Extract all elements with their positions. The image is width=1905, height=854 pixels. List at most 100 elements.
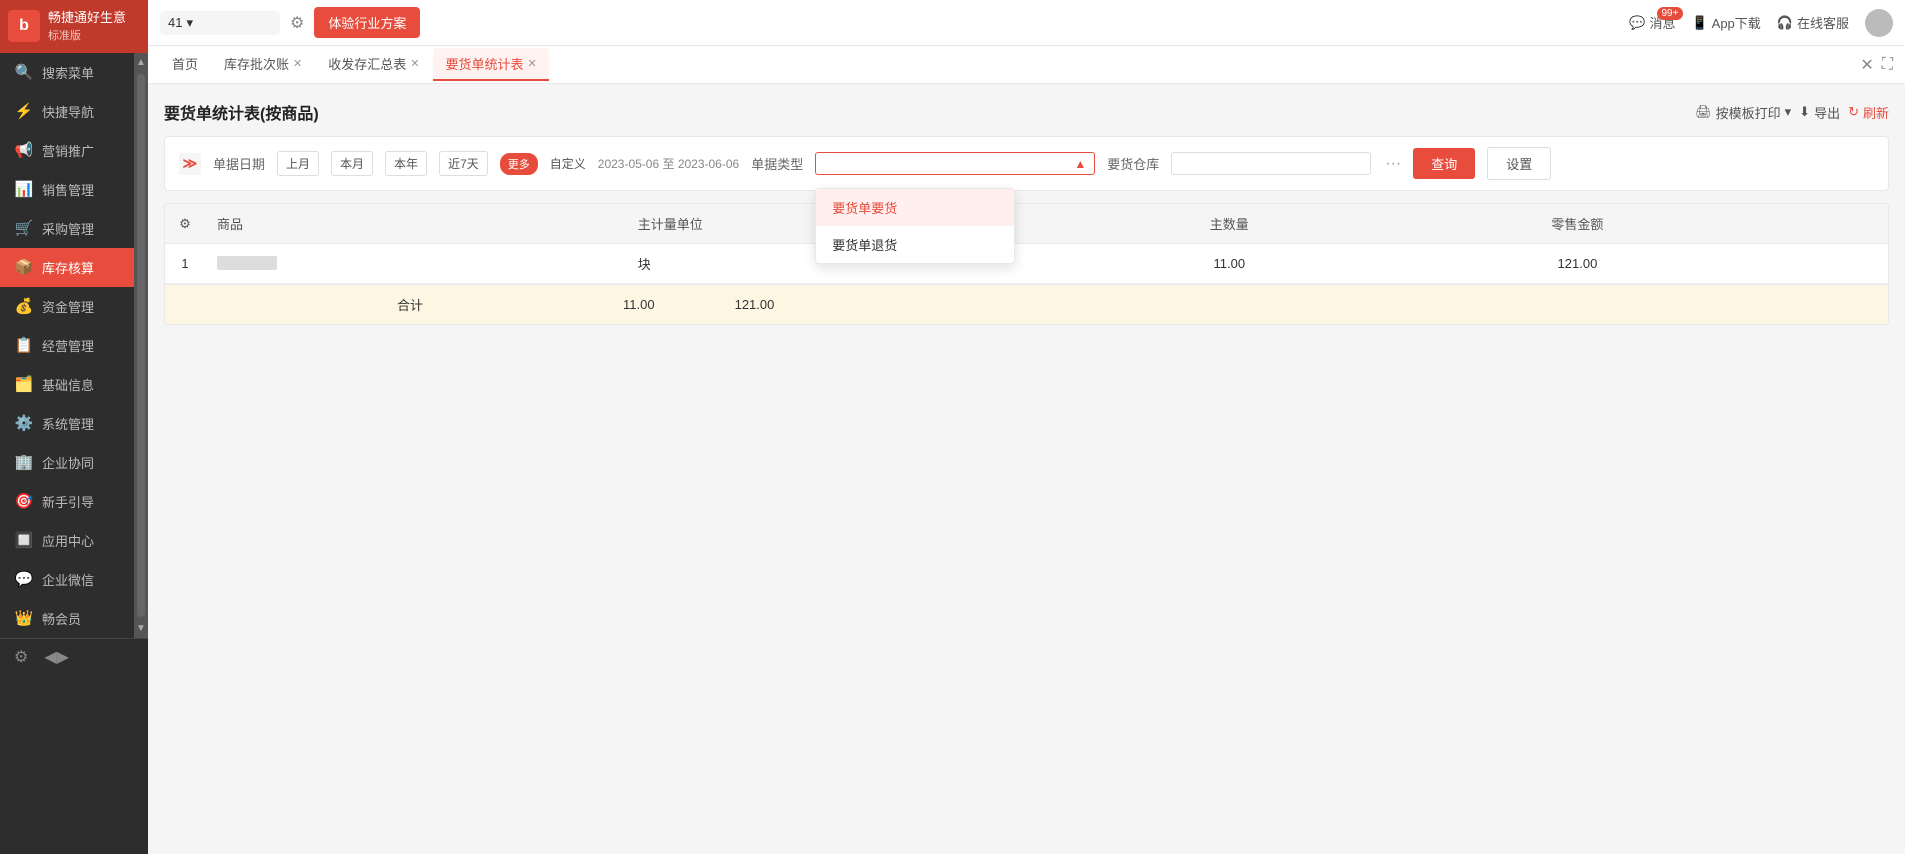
dropdown-item-return[interactable]: 要货单退货 xyxy=(816,226,1014,263)
table-body: 1 块 11.00 121.00 xyxy=(165,244,1888,284)
system-icon: ⚙️ xyxy=(14,414,34,432)
date-btn-more[interactable]: 更多 xyxy=(500,153,538,175)
store-dropdown-icon: ▾ xyxy=(186,15,193,31)
sidebar-item-purchase[interactable]: 🛒 采购管理 xyxy=(0,209,134,248)
sidebar-scroll-down[interactable]: ▼ xyxy=(136,619,146,638)
export-label: 导出 xyxy=(1814,103,1840,122)
sidebar-item-system[interactable]: ⚙️ 系统管理 xyxy=(0,404,134,443)
sidebar: b 畅捷通好生意 标准版 🔍 搜索菜单 ⚡ 快捷导航 📢 营销推广 📊 销售管理… xyxy=(0,0,148,854)
data-table-wrap: ⚙ 商品 主计量单位 主数量 零售金额 1 xyxy=(164,203,1889,325)
table-row: 1 块 11.00 121.00 xyxy=(165,244,1888,284)
message-button[interactable]: 💬 消息 99+ xyxy=(1629,13,1675,32)
wechat-icon: 💬 xyxy=(14,570,34,588)
service-label: 在线客服 xyxy=(1797,13,1849,32)
page-header: 要货单统计表(按商品) 🖨 按模板打印 ▾ ⬇ 导出 ↻ 刷新 xyxy=(164,100,1889,124)
service-button[interactable]: 🎧 在线客服 xyxy=(1777,13,1849,32)
print-button[interactable]: 🖨 按模板打印 ▾ xyxy=(1695,103,1791,122)
sidebar-scrollbar[interactable]: ▲ ▼ xyxy=(134,53,148,638)
filter-expand-button[interactable]: ≫ xyxy=(179,153,201,175)
trial-button[interactable]: 体验行业方案 xyxy=(314,7,420,38)
date-btn-7days[interactable]: 近7天 xyxy=(439,151,488,176)
refresh-label: 刷新 xyxy=(1863,103,1889,122)
print-dropdown-icon: ▾ xyxy=(1785,104,1792,120)
service-icon: 🎧 xyxy=(1777,15,1793,31)
tab-requisition-stats[interactable]: 要货单统计表 ✕ xyxy=(433,48,548,81)
tab-requisition-stats-close[interactable]: ✕ xyxy=(528,57,537,70)
tab-receivable-summary[interactable]: 收发存汇总表 ✕ xyxy=(316,48,431,81)
sidebar-item-label-guide: 新手引导 xyxy=(42,492,94,511)
sidebar-item-inventory[interactable]: 📦 库存核算 xyxy=(0,248,134,287)
filter-bar: ≫ 单据日期 上月 本月 本年 近7天 更多 自定义 2023-05-06 至 … xyxy=(164,136,1889,191)
column-settings-icon[interactable]: ⚙ xyxy=(179,216,191,231)
quick-nav-icon: ⚡ xyxy=(14,102,34,120)
sidebar-item-label-search: 搜索菜单 xyxy=(42,63,94,82)
date-btn-this-month[interactable]: 本月 xyxy=(331,151,373,176)
th-settings: ⚙ xyxy=(165,204,205,244)
td-amount: 121.00 xyxy=(1387,244,1768,284)
tab-inventory-batch-label: 库存批次账 xyxy=(224,54,289,73)
sidebar-item-operation[interactable]: 📋 经营管理 xyxy=(0,326,134,365)
tab-inventory-batch[interactable]: 库存批次账 ✕ xyxy=(212,48,314,81)
table-footer: 合计 11.00 121.00 xyxy=(165,284,1888,324)
td-extra xyxy=(1768,244,1888,284)
data-table: ⚙ 商品 主计量单位 主数量 零售金额 1 xyxy=(165,204,1888,284)
print-icon: 🖨 xyxy=(1695,104,1712,120)
date-btn-this-year[interactable]: 本年 xyxy=(385,151,427,176)
sidebar-item-label-marketing: 营销推广 xyxy=(42,141,94,160)
warehouse-input[interactable] xyxy=(1171,152,1371,175)
sidebar-item-label-purchase: 采购管理 xyxy=(42,219,94,238)
tab-close-all[interactable]: ✕ xyxy=(1860,55,1873,75)
type-select-input[interactable] xyxy=(824,156,1068,171)
sidebar-item-label-member: 畅会员 xyxy=(42,609,81,628)
date-custom-btn[interactable]: 自定义 xyxy=(550,155,586,172)
table-header-row: ⚙ 商品 主计量单位 主数量 零售金额 xyxy=(165,204,1888,244)
query-button[interactable]: 查询 xyxy=(1413,148,1475,179)
sidebar-item-basic[interactable]: 🗂️ 基础信息 xyxy=(0,365,134,404)
sidebar-scroll-up[interactable]: ▲ xyxy=(136,53,146,72)
export-button[interactable]: ⬇ 导出 xyxy=(1799,103,1840,122)
refresh-button[interactable]: ↻ 刷新 xyxy=(1848,103,1889,122)
topbar-right: 💬 消息 99+ 📱 App下载 🎧 在线客服 xyxy=(1629,9,1893,37)
store-selector[interactable]: 41 ▾ xyxy=(160,11,280,35)
tab-requisition-stats-label: 要货单统计表 xyxy=(445,54,523,73)
tabbar-right: ✕ ⛶ xyxy=(1860,55,1893,75)
date-label: 单据日期 xyxy=(213,154,265,173)
th-qty: 主数量 xyxy=(1071,204,1387,244)
sidebar-title: 畅捷通好生意 xyxy=(48,10,126,27)
export-icon: ⬇ xyxy=(1799,104,1810,120)
filter-more-dots[interactable]: ··· xyxy=(1385,155,1401,173)
purchase-icon: 🛒 xyxy=(14,219,34,237)
dropdown-item-requisition[interactable]: 要货单要货 xyxy=(816,189,1014,226)
sidebar-bottom: ⚙ ◀▶ xyxy=(0,638,148,675)
type-select-arrow[interactable]: ▲ xyxy=(1074,157,1086,171)
sidebar-logo: b xyxy=(8,10,40,42)
sidebar-item-enterprise[interactable]: 🏢 企业协同 xyxy=(0,443,134,482)
type-select-wrap[interactable]: ▲ xyxy=(815,152,1095,175)
sidebar-item-label-enterprise: 企业协同 xyxy=(42,453,94,472)
sidebar-item-search[interactable]: 🔍 搜索菜单 xyxy=(0,53,134,92)
th-amount: 零售金额 xyxy=(1387,204,1768,244)
basic-icon: 🗂️ xyxy=(14,375,34,393)
enterprise-icon: 🏢 xyxy=(14,453,34,471)
sidebar-item-finance[interactable]: 💰 资金管理 xyxy=(0,287,134,326)
refresh-icon: ↻ xyxy=(1848,104,1859,120)
tab-receivable-summary-close[interactable]: ✕ xyxy=(410,57,419,70)
app-download-button[interactable]: 📱 App下载 xyxy=(1691,13,1760,32)
sidebar-item-wechat[interactable]: 💬 企业微信 xyxy=(0,560,134,599)
td-no: 1 xyxy=(165,244,205,284)
tab-expand[interactable]: ⛶ xyxy=(1882,56,1893,74)
sidebar-item-sales[interactable]: 📊 销售管理 xyxy=(0,170,134,209)
date-btn-last-month[interactable]: 上月 xyxy=(277,151,319,176)
tab-home[interactable]: 首页 xyxy=(160,48,210,81)
settings-button[interactable]: 设置 xyxy=(1487,147,1551,180)
sidebar-item-quick-nav[interactable]: ⚡ 快捷导航 xyxy=(0,92,134,131)
sidebar-item-marketing[interactable]: 📢 营销推广 xyxy=(0,131,134,170)
gear-icon[interactable]: ⚙ xyxy=(290,13,304,33)
settings-icon[interactable]: ⚙ xyxy=(14,647,28,667)
sidebar-item-member[interactable]: 👑 畅会员 xyxy=(0,599,134,638)
sidebar-item-apps[interactable]: 🔲 应用中心 xyxy=(0,521,134,560)
user-avatar[interactable] xyxy=(1865,9,1893,37)
collapse-icon[interactable]: ◀▶ xyxy=(44,647,69,667)
tab-inventory-batch-close[interactable]: ✕ xyxy=(293,57,302,70)
sidebar-item-guide[interactable]: 🎯 新手引导 xyxy=(0,482,134,521)
